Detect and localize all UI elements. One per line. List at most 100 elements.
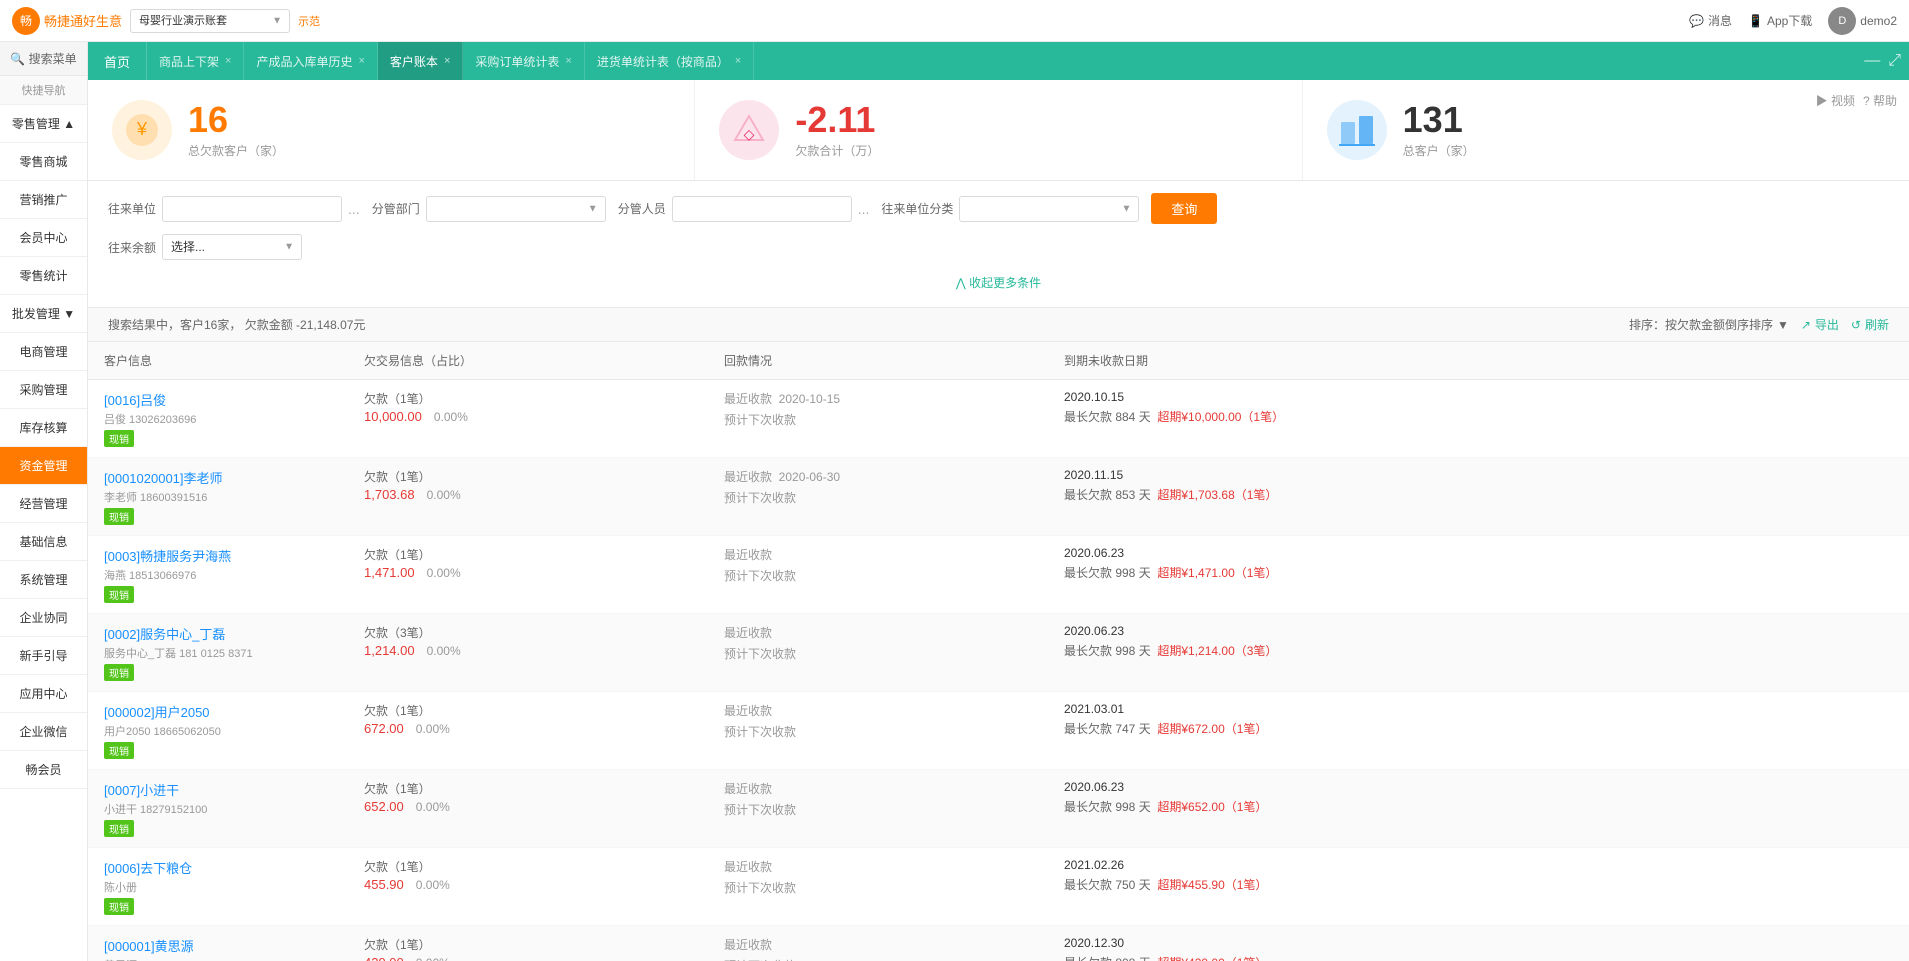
tab-customer-account-close[interactable]: × — [444, 55, 450, 67]
sidebar-item-new-guide[interactable]: 新手引导 — [0, 637, 87, 675]
tab-product-shelf-close[interactable]: × — [225, 55, 231, 67]
tab-customer-account[interactable]: 客户账本 × — [378, 42, 463, 80]
unit-balance-select-wrap[interactable]: 选择... — [162, 234, 302, 260]
customer-code[interactable]: [0003]畅捷服务尹海燕 — [104, 546, 332, 565]
overdue-amount[interactable]: 超期¥455.90（1笔） — [1157, 878, 1267, 892]
app-download-btn[interactable]: 📱 App下载 — [1748, 12, 1812, 29]
message-btn[interactable]: 💬 消息 — [1689, 12, 1732, 29]
sidebar-item-app-center[interactable]: 应用中心 — [0, 675, 87, 713]
customer-code[interactable]: [0001020001]李老师 — [104, 468, 332, 487]
sidebar-item-retail-store[interactable]: 零售商城 — [0, 143, 87, 181]
customer-code[interactable]: [0007]小进干 — [104, 780, 332, 799]
sidebar-item-retail-mgmt[interactable]: 零售管理 ▲ — [0, 105, 87, 143]
sidebar-item-ecom-mgmt[interactable]: 电商管理 — [0, 333, 87, 371]
sidebar-item-corp-wechat[interactable]: 企业微信 — [0, 713, 87, 751]
last-payment: 最近收款 — [724, 546, 1032, 563]
sidebar-item-batch-mgmt[interactable]: 批发管理 ▼ — [0, 295, 87, 333]
export-btn[interactable]: ↗ 导出 — [1801, 316, 1839, 333]
customer-code[interactable]: [0016]吕俊 — [104, 390, 332, 409]
overdue-amount[interactable]: 超期¥1,703.68（1笔） — [1157, 488, 1277, 502]
debt-amount[interactable]: 1,703.68 — [364, 487, 415, 502]
sidebar-item-member[interactable]: 会员中心 — [0, 219, 87, 257]
debt-amount[interactable]: 455.90 — [364, 877, 404, 892]
dept-select[interactable] — [426, 196, 606, 222]
tab-minimize-btn[interactable]: — — [1864, 52, 1880, 70]
customer-code[interactable]: [000002]用户2050 — [104, 702, 332, 721]
unit-balance-select[interactable]: 选择... — [162, 234, 302, 260]
app-download-label: App下载 — [1767, 12, 1812, 29]
avatar: D — [1828, 7, 1856, 35]
customer-code[interactable]: [000001]黄思源 — [104, 936, 332, 955]
debt-amount[interactable]: 10,000.00 — [364, 409, 422, 424]
overdue-amount[interactable]: 超期¥672.00（1笔） — [1157, 722, 1267, 736]
collapse-btn[interactable]: ⋀ 收起更多条件 — [108, 270, 1889, 295]
overdue-amount[interactable]: 超期¥1,214.00（3笔） — [1157, 644, 1277, 658]
customer-code[interactable]: [0002]服务中心_丁磊 — [104, 624, 332, 643]
tab-purchase-stats[interactable]: 进货单统计表（按商品） × — [585, 42, 754, 80]
sidebar-search[interactable]: 🔍 搜索菜单 — [0, 42, 87, 76]
dept-select-wrap[interactable] — [426, 196, 606, 222]
table-row: [0016]吕俊 吕俊 13026203696 现销 欠款（1笔） 10,000… — [88, 380, 1909, 458]
stat-total-customers: 131 总客户（家） ▶ 视频 ? 帮助 — [1303, 80, 1909, 180]
user-btn[interactable]: D demo2 — [1828, 7, 1897, 35]
batch-mgmt-label: 批发管理 ▼ — [12, 307, 75, 321]
debt-amount[interactable]: 652.00 — [364, 799, 404, 814]
sidebar-item-corp-collab[interactable]: 企业协同 — [0, 599, 87, 637]
tab-product-history[interactable]: 产成品入库单历史 × — [244, 42, 377, 80]
sidebar-item-inventory[interactable]: 库存核算 — [0, 409, 87, 447]
debt-amount[interactable]: 429.00 — [364, 955, 404, 961]
collapse-label: 收起更多条件 — [969, 276, 1041, 290]
sidebar-item-capital-mgmt[interactable]: 资金管理 — [0, 447, 87, 485]
person-label: 分管人员 — [618, 200, 666, 217]
tab-product-shelf[interactable]: 商品上下架 × — [147, 42, 244, 80]
svg-text:◇: ◇ — [744, 126, 755, 142]
member-label: 会员中心 — [19, 231, 67, 245]
debt-amount[interactable]: 1,471.00 — [364, 565, 415, 580]
overdue-amount[interactable]: 超期¥1,471.00（1笔） — [1157, 566, 1277, 580]
tab-home[interactable]: 首页 — [88, 42, 147, 80]
debt-info-cell: 欠款（1笔） 1,703.68 0.00% — [348, 458, 708, 536]
data-table: 客户信息 欠交易信息（占比） 回款情况 到期未收款日期 [0016]吕俊 吕俊 … — [88, 342, 1909, 961]
search-btn[interactable]: 查询 — [1151, 193, 1217, 224]
help-btn[interactable]: ? 帮助 — [1863, 92, 1897, 109]
overdue-info: 最长欠款 884 天 超期¥10,000.00（1笔） — [1064, 408, 1893, 425]
video-btn[interactable]: ▶ 视频 — [1816, 92, 1855, 109]
overdue-amount[interactable]: 超期¥10,000.00（1笔） — [1157, 410, 1284, 424]
sidebar-item-retail-stats[interactable]: 零售统计 — [0, 257, 87, 295]
debt-count: 欠款（1笔） — [364, 546, 692, 563]
sidebar-item-ops-mgmt[interactable]: 经营管理 — [0, 485, 87, 523]
sidebar-item-system[interactable]: 系统管理 — [0, 561, 87, 599]
tab-purchase-stats-close[interactable]: × — [735, 55, 741, 67]
retail-mgmt-label: 零售管理 ▲ — [12, 117, 75, 131]
tab-purchase-order-close[interactable]: × — [565, 55, 571, 67]
tab-product-history-label: 产成品入库单历史 — [256, 53, 352, 70]
collapse-icon: ⋀ — [956, 276, 966, 290]
customer-code[interactable]: [0006]去下粮仓 — [104, 858, 332, 877]
overdue-info: 最长欠款 998 天 超期¥1,214.00（3笔） — [1064, 642, 1893, 659]
from-unit-input[interactable] — [162, 196, 342, 222]
debt-amount[interactable]: 672.00 — [364, 721, 404, 736]
unit-category-select-wrap[interactable] — [959, 196, 1139, 222]
sidebar-item-purchase-mgmt[interactable]: 采购管理 — [0, 371, 87, 409]
debt-ratio: 0.00% — [416, 800, 450, 814]
sidebar-item-marketing[interactable]: 营销推广 — [0, 181, 87, 219]
retail-stats-label: 零售统计 — [19, 269, 67, 283]
refresh-btn[interactable]: ↺ 刷新 — [1851, 316, 1889, 333]
tab-product-history-close[interactable]: × — [358, 55, 364, 67]
industry-selector-wrap[interactable]: 母婴行业演示账套 — [130, 9, 290, 33]
tab-purchase-order[interactable]: 采购订单统计表 × — [463, 42, 584, 80]
last-payment: 最近收款 — [724, 780, 1032, 797]
tab-maximize-btn[interactable]: ⤢ — [1888, 52, 1901, 70]
sidebar-item-basic-info[interactable]: 基础信息 — [0, 523, 87, 561]
debt-amount[interactable]: 1,214.00 — [364, 643, 415, 658]
sort-btn[interactable]: 排序：按欠款金额倒序排序 ▼ — [1629, 316, 1789, 333]
overdue-amount[interactable]: 超期¥652.00（1笔） — [1157, 800, 1267, 814]
industry-selector[interactable]: 母婴行业演示账套 — [130, 9, 290, 33]
overdue-days: 最长欠款 998 天 — [1064, 566, 1154, 580]
sidebar-item-vip[interactable]: 畅会员 — [0, 751, 87, 789]
overdue-amount[interactable]: 超期¥429.00（1笔） — [1157, 956, 1267, 961]
unit-category-select[interactable] — [959, 196, 1139, 222]
person-input[interactable] — [672, 196, 852, 222]
filter-dept: 分管部门 — [372, 196, 606, 222]
overdue-days: 最长欠款 998 天 — [1064, 800, 1154, 814]
